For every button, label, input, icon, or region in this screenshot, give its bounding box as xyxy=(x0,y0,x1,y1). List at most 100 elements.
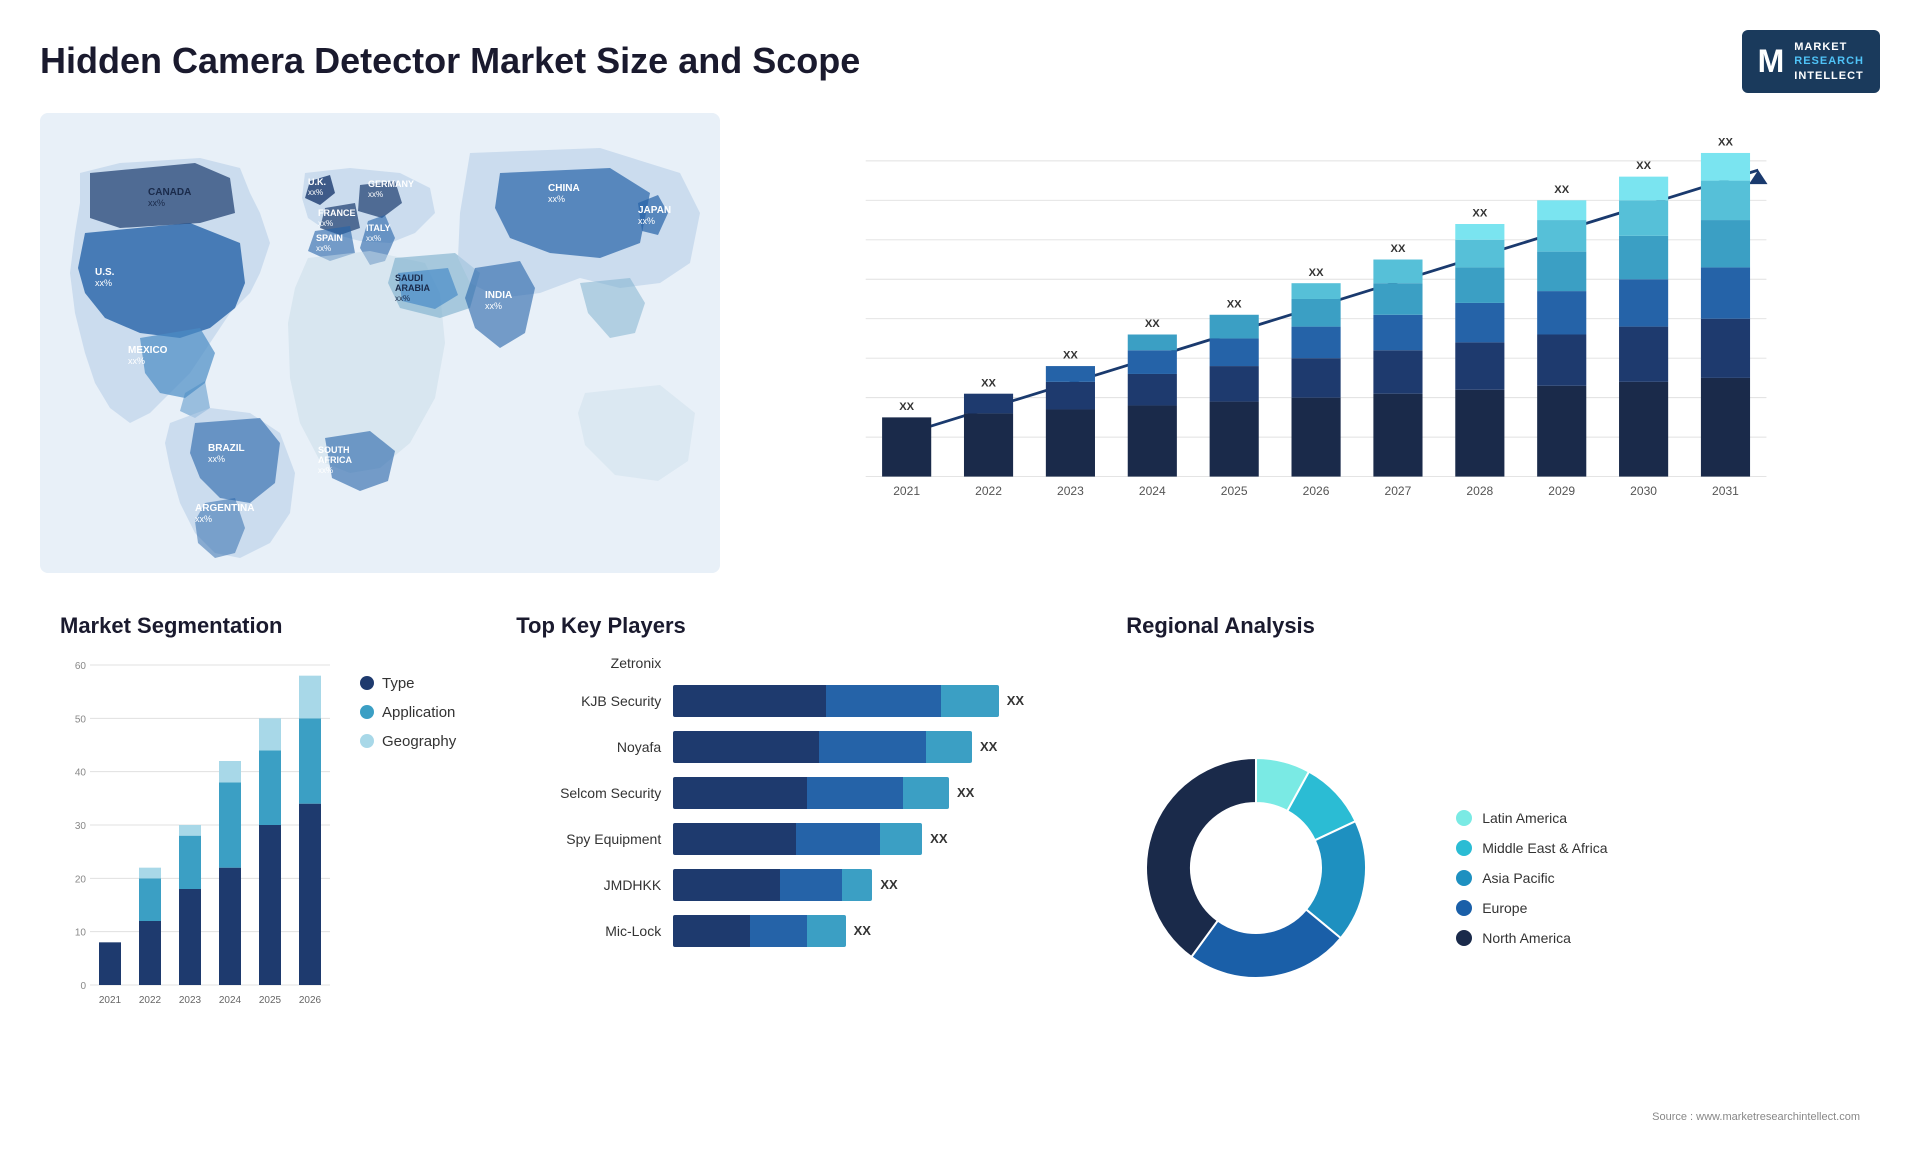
svg-text:xx%: xx% xyxy=(128,356,145,366)
svg-text:XX: XX xyxy=(1554,184,1569,196)
svg-text:xx%: xx% xyxy=(368,190,383,199)
svg-text:ARABIA: ARABIA xyxy=(395,283,430,293)
player-bar xyxy=(673,915,845,947)
player-bar-segment xyxy=(673,685,826,717)
player-row: Zetronix xyxy=(516,655,1056,671)
player-bar-segment xyxy=(826,685,941,717)
regional-dot xyxy=(1456,810,1472,826)
players-list: ZetronixKJB SecurityXXNoyafaXXSelcom Sec… xyxy=(516,655,1056,947)
svg-text:CANADA: CANADA xyxy=(148,187,191,198)
page-header: Hidden Camera Detector Market Size and S… xyxy=(40,30,1880,93)
seg-legend-item: Application xyxy=(360,704,456,721)
svg-text:BRAZIL: BRAZIL xyxy=(208,443,245,454)
svg-text:INDIA: INDIA xyxy=(485,290,512,301)
svg-text:GERMANY: GERMANY xyxy=(368,179,414,189)
svg-text:xx%: xx% xyxy=(208,454,225,464)
regional-legend-item: Asia Pacific xyxy=(1456,870,1607,886)
world-map-container: CANADA xx% U.S. xx% MEXICO xx% BRAZIL xx… xyxy=(40,113,720,573)
bar-chart-svg: XX2021XX2022XX2023XX2024XX2025XX2026XX20… xyxy=(800,133,1860,523)
legend-dot xyxy=(360,705,374,719)
player-bar-segment xyxy=(796,823,880,855)
logo-text: MARKET RESEARCH INTELLECT xyxy=(1794,40,1864,83)
svg-text:xx%: xx% xyxy=(318,466,333,475)
player-bar-segment xyxy=(750,915,807,947)
svg-text:xx%: xx% xyxy=(308,188,323,197)
segmentation-container: Market Segmentation 0 10 20 30 40 50 60 2021 202… xyxy=(40,603,466,1133)
regional-label: Latin America xyxy=(1482,810,1567,826)
player-bar-segment xyxy=(941,685,998,717)
legend-label: Geography xyxy=(382,733,456,750)
player-row: JMDHKKXX xyxy=(516,869,1056,901)
svg-text:AFRICA: AFRICA xyxy=(318,455,352,465)
regional-container: Regional Analysis Latin America Middle Ea… xyxy=(1106,603,1880,1133)
svg-text:xx%: xx% xyxy=(316,244,331,253)
svg-text:MEXICO: MEXICO xyxy=(128,345,168,356)
svg-text:30: 30 xyxy=(75,821,87,832)
donut-svg xyxy=(1126,728,1406,1008)
svg-text:10: 10 xyxy=(75,928,87,939)
svg-text:ITALY: ITALY xyxy=(366,223,391,233)
regional-dot xyxy=(1456,930,1472,946)
player-bar xyxy=(673,731,972,763)
player-bar xyxy=(673,777,949,809)
svg-text:2025: 2025 xyxy=(1221,484,1248,498)
page-title: Hidden Camera Detector Market Size and S… xyxy=(40,40,860,82)
player-bar-wrap: XX xyxy=(673,869,1056,901)
player-name: Mic-Lock xyxy=(516,923,661,939)
player-bar-wrap: XX xyxy=(673,915,1056,947)
seg-chart-svg: 0102030405060202120222023202420252026 xyxy=(60,655,340,1015)
legend-dot xyxy=(360,734,374,748)
seg-chart-svg-wrap: 0102030405060202120222023202420252026 xyxy=(60,655,340,1020)
svg-text:xx%: xx% xyxy=(148,198,165,208)
svg-text:U.K.: U.K. xyxy=(308,177,326,187)
svg-text:ARGENTINA: ARGENTINA xyxy=(195,503,254,514)
player-bar-segment xyxy=(780,869,841,901)
svg-text:60: 60 xyxy=(75,661,87,672)
player-name: Spy Equipment xyxy=(516,831,661,847)
svg-text:2021: 2021 xyxy=(99,995,122,1006)
svg-text:xx%: xx% xyxy=(318,219,333,228)
player-xx-label: XX xyxy=(957,785,974,800)
svg-text:U.S.: U.S. xyxy=(95,267,115,278)
player-bar-segment xyxy=(842,869,873,901)
player-xx-label: XX xyxy=(930,831,947,846)
svg-text:xx%: xx% xyxy=(195,514,212,524)
regional-title: Regional Analysis xyxy=(1126,613,1860,639)
regional-label: Europe xyxy=(1482,900,1527,916)
svg-text:xx%: xx% xyxy=(395,294,410,303)
svg-text:2023: 2023 xyxy=(1057,484,1084,498)
player-bar-wrap: XX xyxy=(673,731,1056,763)
regional-label: Middle East & Africa xyxy=(1482,840,1607,856)
player-name: Selcom Security xyxy=(516,785,661,801)
segmentation-title: Market Segmentation xyxy=(60,613,456,639)
svg-text:50: 50 xyxy=(75,714,87,725)
player-xx-label: XX xyxy=(980,739,997,754)
svg-text:20: 20 xyxy=(75,874,87,885)
player-row: Selcom Security XX xyxy=(516,777,1056,809)
svg-text:2024: 2024 xyxy=(219,995,242,1006)
regional-label: North America xyxy=(1482,930,1571,946)
svg-text:0: 0 xyxy=(80,981,86,992)
player-bar-segment xyxy=(880,823,922,855)
logo-line2: RESEARCH xyxy=(1794,54,1864,68)
bar-chart-container: XX2021XX2022XX2023XX2024XX2025XX2026XX20… xyxy=(750,113,1880,573)
player-name: Zetronix xyxy=(516,655,661,671)
legend-label: Application xyxy=(382,704,455,721)
player-xx-label: XX xyxy=(854,923,871,938)
world-map-svg: CANADA xx% U.S. xx% MEXICO xx% BRAZIL xx… xyxy=(40,113,720,573)
regional-dot xyxy=(1456,900,1472,916)
player-xx-label: XX xyxy=(880,877,897,892)
player-bar-segment xyxy=(819,731,926,763)
seg-chart-area: 0102030405060202120222023202420252026 Ty… xyxy=(60,655,456,1020)
player-bar-segment xyxy=(807,777,903,809)
svg-text:XX: XX xyxy=(899,401,914,413)
svg-text:40: 40 xyxy=(75,768,87,779)
svg-text:2022: 2022 xyxy=(975,484,1002,498)
logo-letter: M xyxy=(1758,43,1785,80)
regional-chart-area: Latin America Middle East & Africa Asia Pa… xyxy=(1126,655,1860,1101)
svg-text:CHINA: CHINA xyxy=(548,183,580,194)
player-bar xyxy=(673,685,999,717)
player-bar-segment xyxy=(673,869,780,901)
seg-legend: TypeApplicationGeography xyxy=(360,655,456,750)
regional-legend-item: North America xyxy=(1456,930,1607,946)
